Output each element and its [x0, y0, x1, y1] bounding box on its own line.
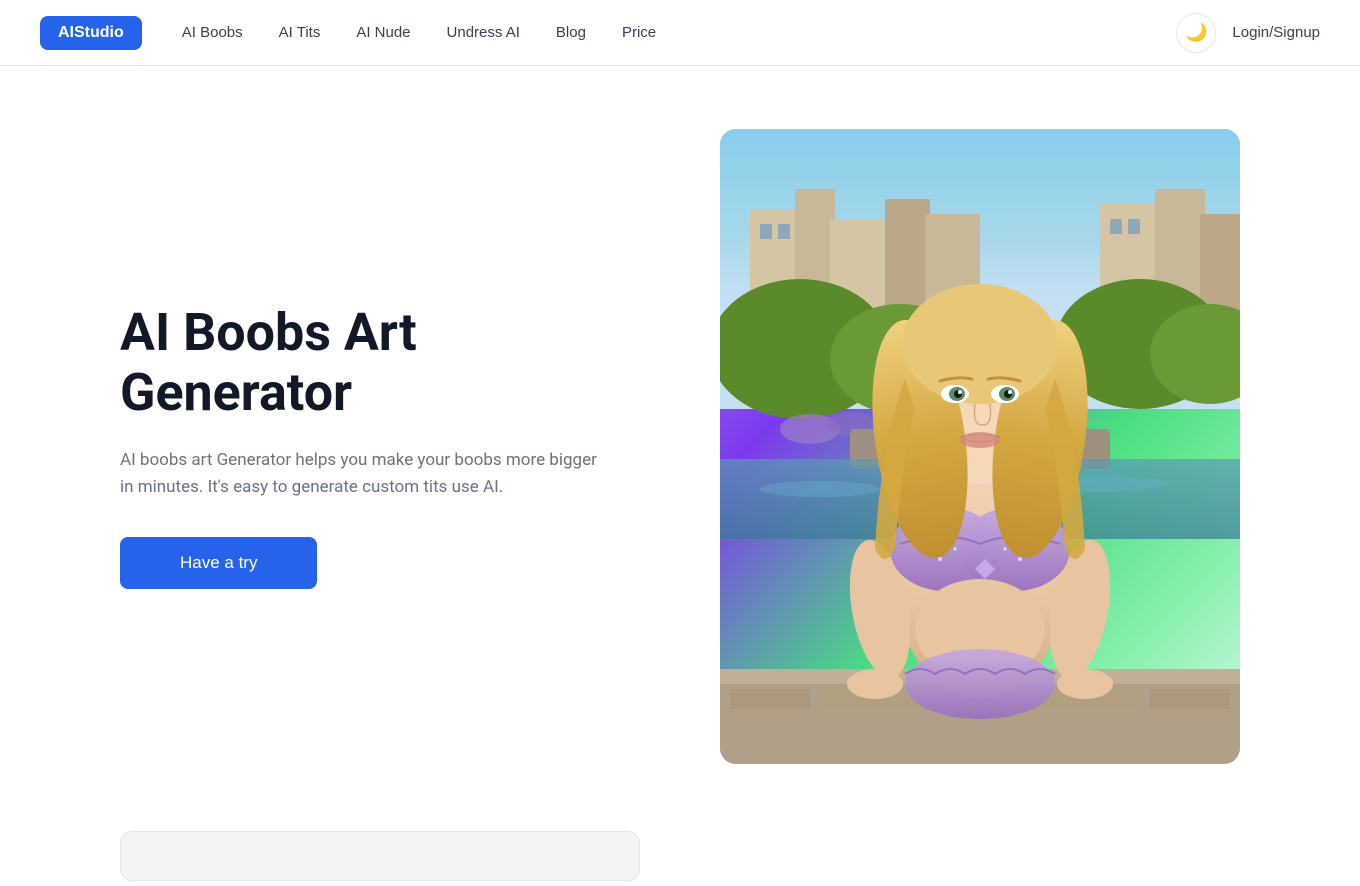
nav-ai-boobs[interactable]: AI Boobs [166, 16, 259, 49]
hero-title: AI Boobs Art Generator [120, 303, 650, 423]
nav-ai-tits[interactable]: AI Tits [263, 16, 337, 49]
nav-price[interactable]: Price [606, 16, 672, 49]
bottom-section [0, 826, 1360, 886]
navbar: AIStudio AI Boobs AI Tits AI Nude Undres… [0, 0, 1360, 66]
logo-button[interactable]: AIStudio [40, 16, 142, 50]
hero-image-svg [720, 129, 1240, 764]
dark-mode-toggle[interactable]: 🌙 [1176, 13, 1216, 53]
hero-right [710, 129, 1240, 764]
nav-undress-ai[interactable]: Undress AI [431, 16, 536, 49]
moon-icon: 🌙 [1185, 22, 1207, 43]
nav-ai-nude[interactable]: AI Nude [340, 16, 426, 49]
hero-section: AI Boobs Art Generator AI boobs art Gene… [0, 66, 1360, 826]
login-signup-button[interactable]: Login/Signup [1232, 24, 1320, 41]
nav-right: 🌙 Login/Signup [1176, 13, 1320, 53]
nav-blog[interactable]: Blog [540, 16, 602, 49]
hero-description: AI boobs art Generator helps you make yo… [120, 447, 600, 501]
nav-links: AI Boobs AI Tits AI Nude Undress AI Blog… [166, 16, 1169, 49]
cta-button[interactable]: Have a try [120, 537, 317, 589]
hero-left: AI Boobs Art Generator AI boobs art Gene… [120, 303, 650, 589]
hero-image [720, 129, 1240, 764]
bottom-card [120, 831, 640, 881]
